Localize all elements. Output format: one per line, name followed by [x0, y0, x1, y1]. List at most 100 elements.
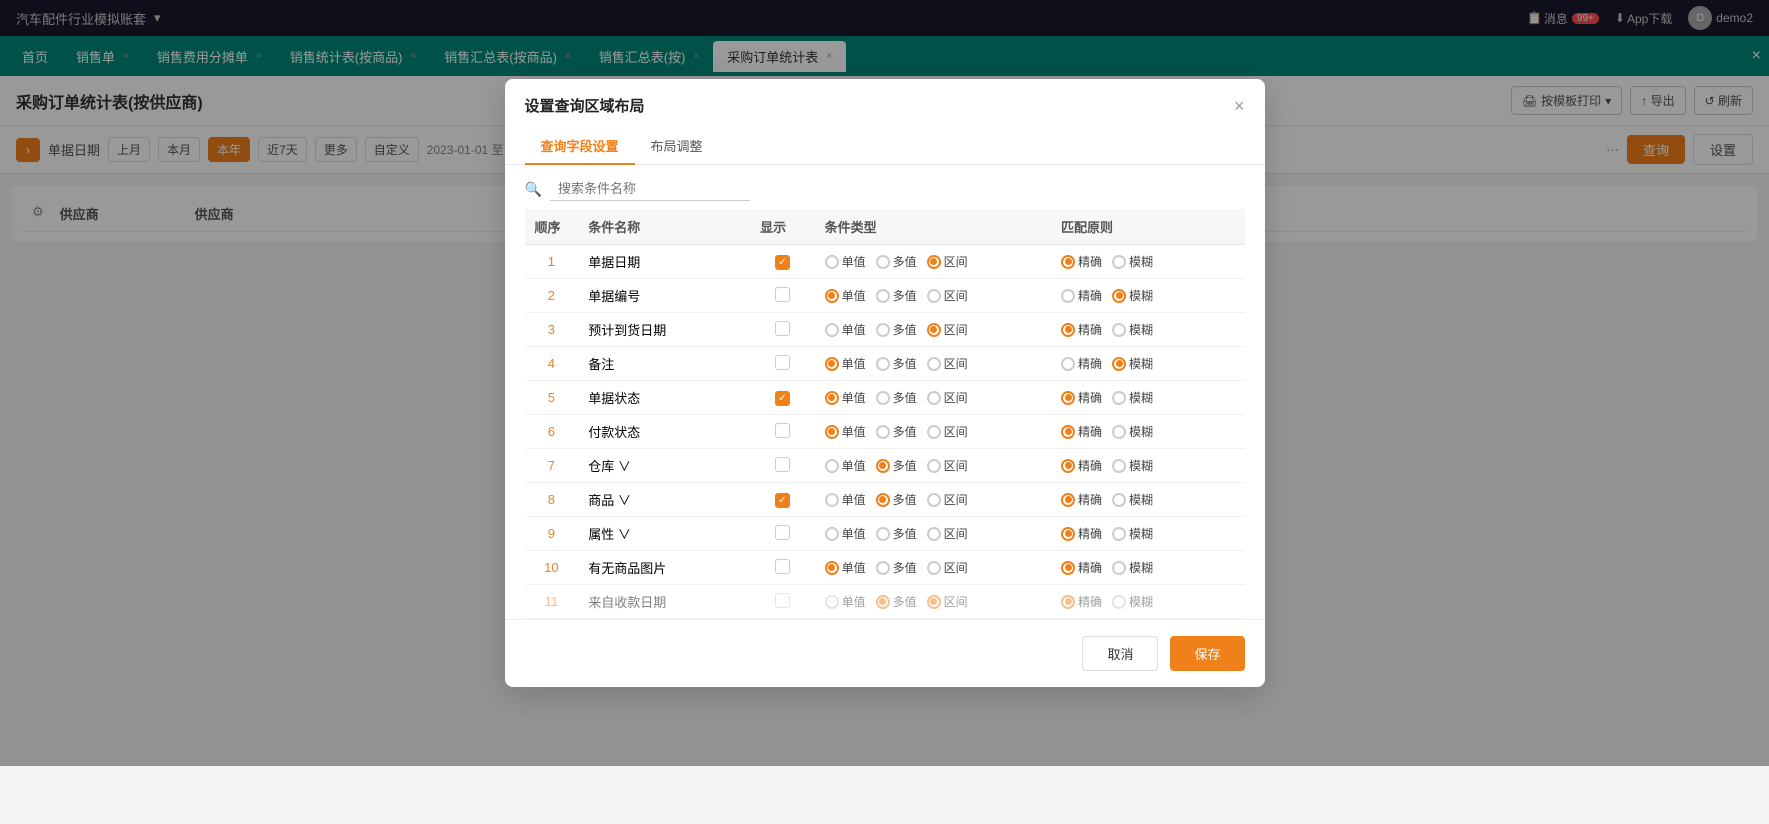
row-order: 4: [525, 347, 579, 381]
radio-match-fuzzy[interactable]: 模糊: [1112, 321, 1153, 338]
radio-type-range[interactable]: 区间: [927, 457, 968, 474]
radio-type-range[interactable]: 区间: [927, 559, 968, 576]
row-match-principle: 精确模糊: [1051, 517, 1244, 551]
radio-label: 精确: [1078, 457, 1102, 474]
radio-type-multi[interactable]: 多值: [876, 321, 917, 338]
radio-match-precise[interactable]: 精确: [1061, 287, 1102, 304]
radio-type-single[interactable]: 单值: [825, 321, 866, 338]
radio-type-range[interactable]: 区间: [927, 287, 968, 304]
radio-type-single[interactable]: 单值: [825, 287, 866, 304]
row-display-checkbox[interactable]: [750, 483, 814, 517]
search-input[interactable]: [550, 177, 750, 201]
radio-match-fuzzy[interactable]: 模糊: [1112, 253, 1153, 270]
radio-match-precise[interactable]: 精确: [1061, 491, 1102, 508]
radio-type-range[interactable]: 区间: [927, 321, 968, 338]
row-display-checkbox[interactable]: [750, 347, 814, 381]
radio-match-precise[interactable]: 精确: [1061, 525, 1102, 542]
radio-type-range[interactable]: 区间: [927, 593, 968, 610]
checkbox[interactable]: [775, 457, 790, 472]
radio-match-fuzzy[interactable]: 模糊: [1112, 491, 1153, 508]
radio-type-range[interactable]: 区间: [927, 355, 968, 372]
row-display-checkbox[interactable]: [750, 245, 814, 279]
checkbox[interactable]: [775, 255, 790, 270]
row-display-checkbox[interactable]: [750, 381, 814, 415]
radio-match-fuzzy[interactable]: 模糊: [1112, 457, 1153, 474]
radio-match-fuzzy[interactable]: 模糊: [1112, 559, 1153, 576]
dialog-tab-query-fields[interactable]: 查询字段设置: [525, 128, 635, 165]
checkbox[interactable]: [775, 559, 790, 574]
checkbox[interactable]: [775, 321, 790, 336]
row-display-checkbox[interactable]: [750, 551, 814, 585]
radio-label: 精确: [1078, 253, 1102, 270]
radio-circle: [1061, 391, 1075, 405]
radio-type-multi[interactable]: 多值: [876, 559, 917, 576]
radio-type-multi[interactable]: 多值: [876, 593, 917, 610]
checkbox[interactable]: [775, 391, 790, 406]
radio-match-precise[interactable]: 精确: [1061, 457, 1102, 474]
row-match-principle: 精确模糊: [1051, 347, 1244, 381]
radio-label: 区间: [944, 593, 968, 610]
table-row: 4备注单值多值区间精确模糊: [525, 347, 1245, 381]
radio-type-range[interactable]: 区间: [927, 253, 968, 270]
radio-type-single[interactable]: 单值: [825, 593, 866, 610]
checkbox[interactable]: [775, 355, 790, 370]
row-order: 3: [525, 313, 579, 347]
radio-match-fuzzy[interactable]: 模糊: [1112, 423, 1153, 440]
radio-match-fuzzy[interactable]: 模糊: [1112, 593, 1153, 610]
radio-type-range[interactable]: 区间: [927, 491, 968, 508]
radio-type-single[interactable]: 单值: [825, 389, 866, 406]
dialog-close-button[interactable]: ×: [1234, 97, 1245, 115]
row-display-checkbox[interactable]: [750, 585, 814, 619]
radio-type-multi[interactable]: 多值: [876, 287, 917, 304]
checkbox[interactable]: [775, 493, 790, 508]
radio-type-single[interactable]: 单值: [825, 457, 866, 474]
radio-type-single[interactable]: 单值: [825, 525, 866, 542]
radio-type-single[interactable]: 单值: [825, 355, 866, 372]
dialog-header: 设置查询区域布局 ×: [505, 79, 1265, 116]
col-header-display: 显示: [750, 209, 814, 245]
checkbox[interactable]: [775, 287, 790, 302]
radio-match-precise[interactable]: 精确: [1061, 321, 1102, 338]
checkbox[interactable]: [775, 593, 790, 608]
radio-type-range[interactable]: 区间: [927, 389, 968, 406]
checkbox[interactable]: [775, 525, 790, 540]
radio-type-multi[interactable]: 多值: [876, 355, 917, 372]
radio-match-fuzzy[interactable]: 模糊: [1112, 287, 1153, 304]
row-display-checkbox[interactable]: [750, 415, 814, 449]
row-display-checkbox[interactable]: [750, 449, 814, 483]
checkbox[interactable]: [775, 423, 790, 438]
dialog-tab-layout[interactable]: 布局调整: [635, 128, 719, 165]
row-condition-name: 属性 ∨: [578, 517, 750, 551]
radio-match-fuzzy[interactable]: 模糊: [1112, 355, 1153, 372]
row-display-checkbox[interactable]: [750, 313, 814, 347]
radio-type-range[interactable]: 区间: [927, 423, 968, 440]
row-match-principle: 精确模糊: [1051, 483, 1244, 517]
radio-type-single[interactable]: 单值: [825, 559, 866, 576]
radio-type-single[interactable]: 单值: [825, 491, 866, 508]
row-condition-name: 来自收款日期: [578, 585, 750, 619]
radio-match-precise[interactable]: 精确: [1061, 253, 1102, 270]
radio-type-range[interactable]: 区间: [927, 525, 968, 542]
radio-match-precise[interactable]: 精确: [1061, 559, 1102, 576]
radio-type-multi[interactable]: 多值: [876, 525, 917, 542]
radio-type-multi[interactable]: 多值: [876, 491, 917, 508]
radio-label: 多值: [893, 491, 917, 508]
radio-match-precise[interactable]: 精确: [1061, 355, 1102, 372]
radio-match-precise[interactable]: 精确: [1061, 389, 1102, 406]
radio-match-fuzzy[interactable]: 模糊: [1112, 389, 1153, 406]
radio-type-multi[interactable]: 多值: [876, 423, 917, 440]
radio-type-multi[interactable]: 多值: [876, 253, 917, 270]
save-button[interactable]: 保存: [1170, 636, 1244, 671]
radio-circle: [825, 425, 839, 439]
radio-match-precise[interactable]: 精确: [1061, 423, 1102, 440]
cancel-button[interactable]: 取消: [1082, 636, 1158, 671]
radio-match-precise[interactable]: 精确: [1061, 593, 1102, 610]
radio-type-single[interactable]: 单值: [825, 423, 866, 440]
radio-type-multi[interactable]: 多值: [876, 457, 917, 474]
radio-circle: [1112, 357, 1126, 371]
radio-type-single[interactable]: 单值: [825, 253, 866, 270]
radio-match-fuzzy[interactable]: 模糊: [1112, 525, 1153, 542]
radio-type-multi[interactable]: 多值: [876, 389, 917, 406]
row-display-checkbox[interactable]: [750, 517, 814, 551]
row-display-checkbox[interactable]: [750, 279, 814, 313]
